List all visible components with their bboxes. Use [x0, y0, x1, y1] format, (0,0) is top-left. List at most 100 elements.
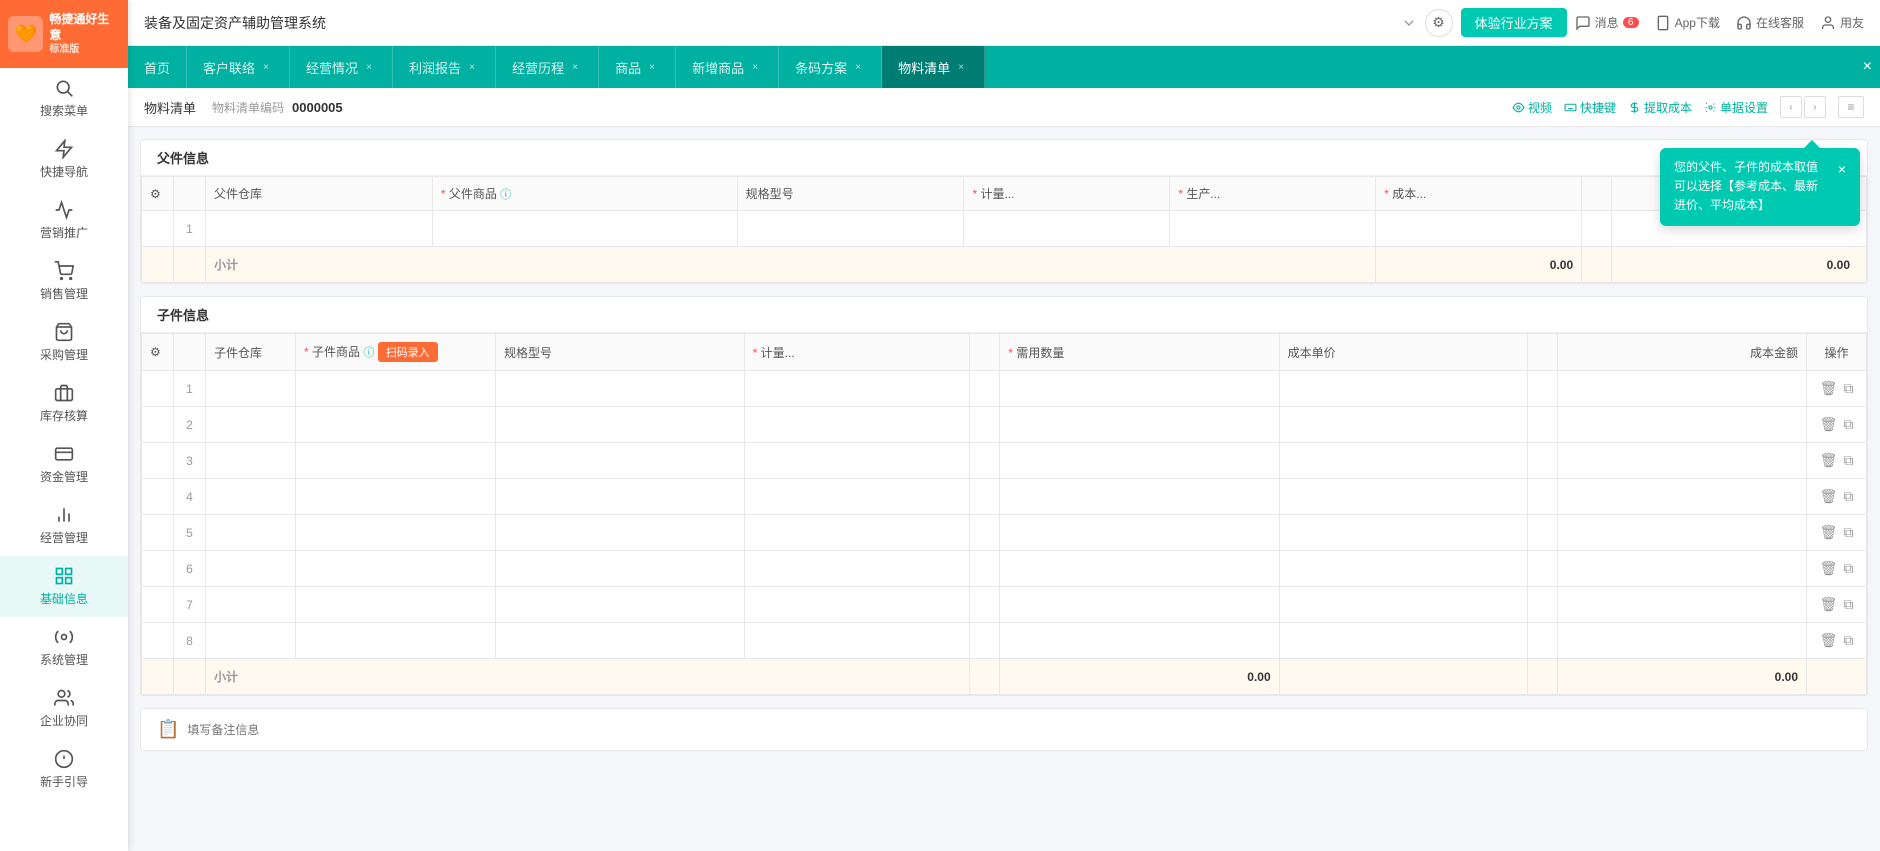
tab-customer[interactable]: 客户联络 ×	[187, 46, 290, 88]
child-cell-goods-1[interactable]	[296, 371, 496, 407]
user-icon	[1820, 15, 1836, 31]
extract-cost-action[interactable]: 提取成本	[1628, 99, 1692, 116]
delete-icon-3[interactable]: 🗑	[1820, 452, 1838, 469]
keyboard-icon	[1564, 101, 1577, 114]
sidebar-item-marketing[interactable]: 营销推广	[0, 190, 128, 251]
tab-profit-report[interactable]: 利润报告 ×	[393, 46, 496, 88]
parent-cell-unit-1[interactable]	[964, 211, 1170, 247]
sidebar-item-enterprise[interactable]: 企业协同	[0, 678, 128, 739]
tab-close-customer[interactable]: ×	[259, 60, 273, 74]
copy-icon-7[interactable]: ⧉	[1843, 596, 1853, 613]
sidebar-item-business[interactable]: 经营管理	[0, 495, 128, 556]
content-area: 物料清单 物料清单编码 0000005 视频 快捷键 提取成本 单据	[128, 88, 1880, 851]
child-col-sort1	[970, 334, 1000, 371]
copy-icon-8[interactable]: ⧉	[1843, 632, 1853, 649]
close-all-icon[interactable]: ×	[1863, 58, 1872, 76]
nav-prev-btn[interactable]: ‹	[1780, 96, 1802, 118]
tab-new-goods[interactable]: 新增商品 ×	[676, 46, 779, 88]
copy-icon-4[interactable]: ⧉	[1843, 488, 1853, 505]
tab-bom[interactable]: 物料清单 ×	[882, 46, 985, 88]
delete-icon-1[interactable]: 🗑	[1820, 380, 1838, 397]
sidebar-item-finance[interactable]: 资金管理	[0, 434, 128, 495]
tab-close-profit-report[interactable]: ×	[465, 60, 479, 74]
child-cell-spec-1[interactable]	[496, 371, 745, 407]
tab-business-status[interactable]: 经营情况 ×	[290, 46, 393, 88]
shortcut-action[interactable]: 快捷键	[1564, 99, 1616, 116]
parent-cell-warehouse-1[interactable]	[206, 211, 433, 247]
app-download-item[interactable]: App下载	[1655, 14, 1720, 31]
tooltip-close-btn[interactable]: ×	[1838, 158, 1846, 180]
child-cell-warehouse-1[interactable]	[206, 371, 296, 407]
scan-input-btn[interactable]: 扫码录入	[378, 342, 438, 362]
tab-close-barcode[interactable]: ×	[851, 60, 865, 74]
copy-icon-5[interactable]: ⧉	[1843, 524, 1853, 541]
sidebar-item-quick-nav[interactable]: 快捷导航	[0, 129, 128, 190]
tab-close-business-status[interactable]: ×	[362, 60, 376, 74]
child-cell-unit-cost-1[interactable]	[1279, 371, 1528, 407]
tab-close-all-btn[interactable]: ×	[1855, 46, 1880, 88]
delete-icon-8[interactable]: 🗑	[1820, 632, 1838, 649]
copy-icon-3[interactable]: ⧉	[1843, 452, 1853, 469]
child-row-8: 8 🗑⧉	[142, 623, 1867, 659]
tab-home[interactable]: 首页	[128, 46, 187, 88]
nav-next-btn[interactable]: ›	[1804, 96, 1826, 118]
tab-business-history[interactable]: 经营历程 ×	[496, 46, 599, 88]
copy-icon-1[interactable]: ⧉	[1843, 380, 1853, 397]
nav-arrows: ‹ ›	[1780, 96, 1826, 118]
view-action[interactable]: 视频	[1512, 99, 1552, 116]
sidebar-item-inventory[interactable]: 库存核算	[0, 373, 128, 434]
bottom-note: 📋	[140, 708, 1868, 751]
delete-icon-5[interactable]: 🗑	[1820, 524, 1838, 541]
view-icon	[1512, 101, 1525, 114]
parent-cell-goods-1[interactable]	[432, 211, 737, 247]
child-col-settings[interactable]: ⚙	[142, 334, 174, 371]
parent-col-settings[interactable]: ⚙	[142, 177, 174, 211]
sidebar-item-purchase[interactable]: 采购管理	[0, 312, 128, 373]
tab-goods[interactable]: 商品 ×	[599, 46, 676, 88]
delete-icon-6[interactable]: 🗑	[1820, 560, 1838, 577]
sidebar-item-search[interactable]: 搜索菜单	[0, 68, 128, 129]
tab-barcode[interactable]: 条码方案 ×	[779, 46, 882, 88]
parent-subtotal-row: 小计 0.00 0.00	[142, 247, 1867, 283]
child-col-rownum	[174, 334, 206, 371]
page-header: 物料清单 物料清单编码 0000005 视频 快捷键 提取成本 单据	[128, 88, 1880, 127]
sidebar-item-system[interactable]: 系统管理	[0, 617, 128, 678]
parent-subtotal-sort	[1582, 247, 1612, 283]
single-settings-action[interactable]: 单据设置	[1704, 99, 1768, 116]
user-item[interactable]: 用友	[1820, 14, 1864, 31]
message-icon-item[interactable]: 消息 6	[1575, 14, 1639, 31]
phone-icon	[1655, 15, 1671, 31]
child-cell-qty-1[interactable]	[1000, 371, 1279, 407]
cost-icon	[1628, 101, 1641, 114]
parent-row-1: 1	[142, 211, 1867, 247]
tab-close-business-history[interactable]: ×	[568, 60, 582, 74]
parent-cell-cost-1[interactable]	[1376, 211, 1582, 247]
online-service-item[interactable]: 在线客服	[1736, 14, 1804, 31]
child-cell-unit-1[interactable]	[744, 371, 970, 407]
delete-icon-2[interactable]: 🗑	[1820, 416, 1838, 433]
note-input[interactable]	[187, 723, 1851, 737]
tab-close-new-goods[interactable]: ×	[748, 60, 762, 74]
sidebar-item-sales[interactable]: 销售管理	[0, 251, 128, 312]
child-section-title: 子件信息	[141, 297, 1867, 333]
parent-cell-spec-1[interactable]	[737, 211, 964, 247]
parent-col-cost: * 成本...	[1376, 177, 1582, 211]
topbar-icons: 消息 6 App下载 在线客服 用友	[1575, 14, 1864, 31]
parent-cell-num-1: 1	[174, 211, 206, 247]
copy-icon-6[interactable]: ⧉	[1843, 560, 1853, 577]
delete-icon-4[interactable]: 🗑	[1820, 488, 1838, 505]
parent-subtotal-label: 小计	[206, 247, 1376, 283]
list-icon-btn[interactable]: ≡	[1838, 96, 1864, 118]
trial-btn[interactable]: 体验行业方案	[1461, 8, 1567, 37]
sidebar-item-guide[interactable]: 新手引导	[0, 739, 128, 800]
code-value: 0000005	[292, 100, 343, 115]
settings-icon[interactable]: ⚙	[1425, 9, 1453, 37]
child-subtotal-cost-amount: 0.00	[1558, 659, 1807, 695]
copy-icon-2[interactable]: ⧉	[1843, 416, 1853, 433]
child-row-5: 5 🗑⧉	[142, 515, 1867, 551]
tab-close-goods[interactable]: ×	[645, 60, 659, 74]
parent-cell-production-1[interactable]	[1170, 211, 1376, 247]
tab-close-bom[interactable]: ×	[954, 60, 968, 74]
sidebar-item-basic-info[interactable]: 基础信息	[0, 556, 128, 617]
delete-icon-7[interactable]: 🗑	[1820, 596, 1838, 613]
